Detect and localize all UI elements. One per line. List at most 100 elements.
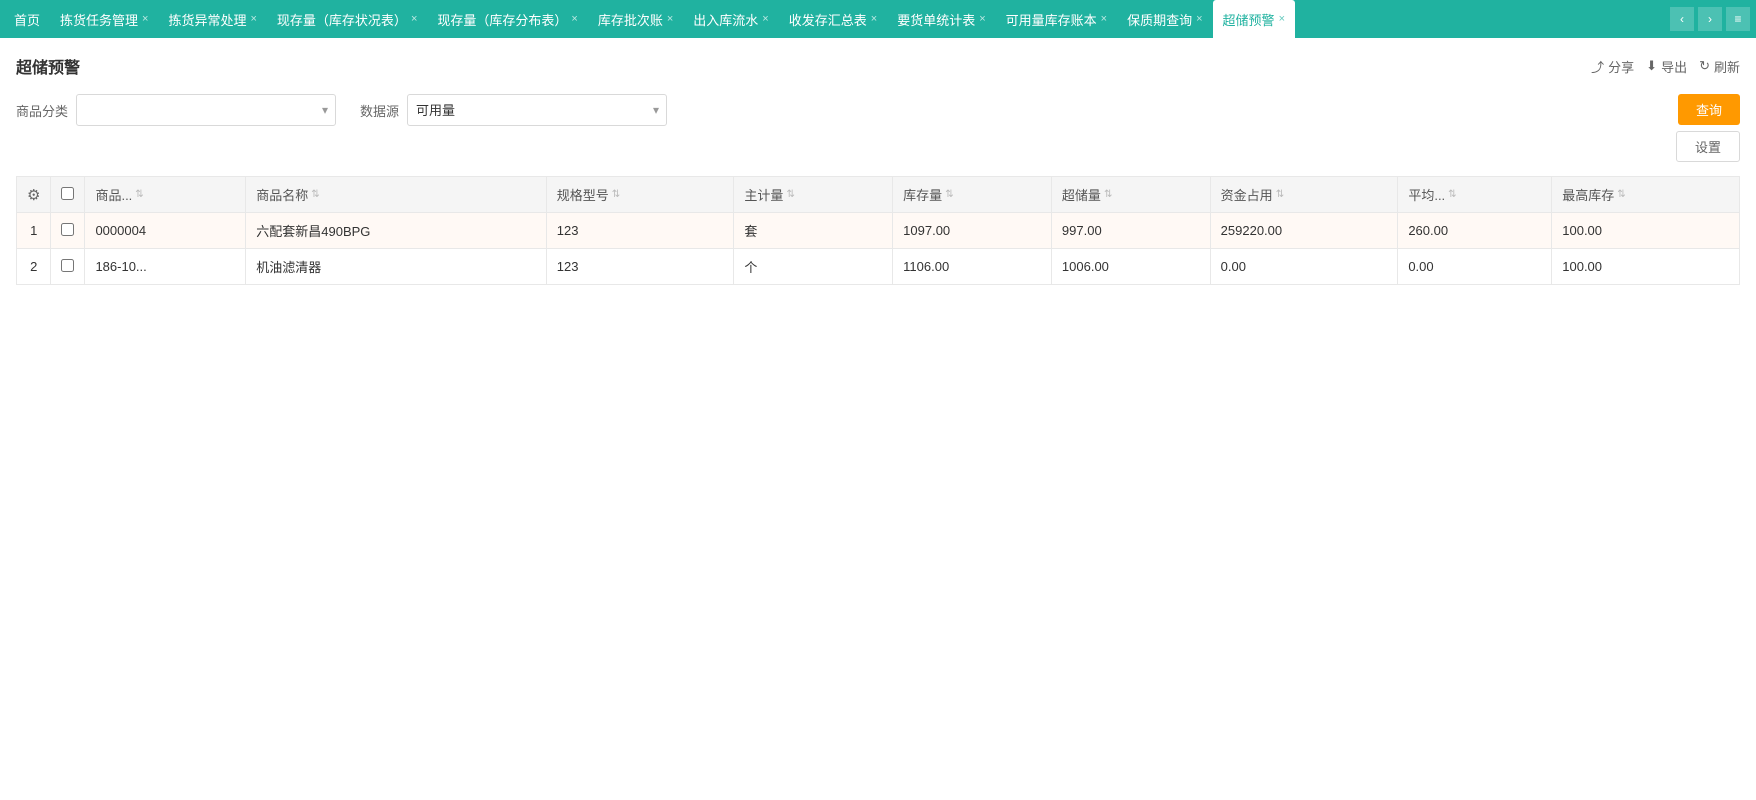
nav-label-11: 超储预警 — [1223, 10, 1275, 29]
cell-max-stock-0: 100.00 — [1552, 213, 1740, 249]
th-avg[interactable]: 平均... ⇅ — [1398, 177, 1552, 213]
close-icon-8[interactable]: × — [979, 13, 985, 25]
nav-home-label: 首页 — [14, 10, 40, 29]
th-spec[interactable]: 规格型号 ⇅ — [546, 177, 734, 213]
close-icon-9[interactable]: × — [1101, 13, 1107, 25]
cell-unit-0: 套 — [734, 213, 893, 249]
category-label: 商品分类 — [16, 101, 68, 120]
th-spec-label: 规格型号 — [557, 185, 609, 204]
sort-icon-product-name: ⇅ — [311, 189, 319, 200]
nav-item-inout[interactable]: 出入库流水 × — [683, 0, 778, 38]
export-btn[interactable]: ⬇ 导出 — [1646, 57, 1687, 76]
page-title: 超储预警 — [16, 54, 80, 78]
nav-item-stock-dist[interactable]: 现存量（库存分布表） × — [427, 0, 587, 38]
nav-item-summary[interactable]: 收发存汇总表 × — [779, 0, 887, 38]
close-icon-10[interactable]: × — [1196, 13, 1202, 25]
cell-overstock-0: 997.00 — [1051, 213, 1210, 249]
cell-spec-1: 123 — [546, 249, 734, 285]
nav-bar: 首页 拣货任务管理 × 拣货异常处理 × 现存量（库存状况表） × 现存量（库存… — [0, 0, 1756, 38]
cell-product-code-0: 0000004 — [85, 213, 246, 249]
sort-icon-avg: ⇅ — [1448, 189, 1456, 200]
nav-label-3: 现存量（库存状况表） — [277, 10, 407, 29]
nav-label-9: 可用量库存账本 — [1006, 10, 1097, 29]
share-label: 分享 — [1608, 57, 1634, 76]
close-icon-1[interactable]: × — [142, 13, 148, 25]
nav-item-order-stat[interactable]: 要货单统计表 × — [887, 0, 995, 38]
refresh-icon: ↻ — [1699, 58, 1710, 74]
sort-icon-stock: ⇅ — [945, 189, 953, 200]
close-icon-11[interactable]: × — [1279, 13, 1285, 25]
nav-more-btn[interactable]: ≡ — [1726, 7, 1750, 31]
query-button[interactable]: 查询 — [1678, 94, 1740, 125]
th-settings: ⚙ — [17, 177, 51, 213]
nav-label-10: 保质期查询 — [1127, 10, 1192, 29]
cell-product-name-1: 机油滤清器 — [246, 249, 547, 285]
category-select[interactable] — [76, 94, 336, 126]
nav-item-task-mgmt[interactable]: 拣货任务管理 × — [50, 0, 158, 38]
category-select-wrapper: ▾ — [76, 94, 336, 126]
nav-item-exception[interactable]: 拣货异常处理 × — [158, 0, 266, 38]
th-stock-label: 库存量 — [903, 185, 942, 204]
nav-arrows: ‹ › ≡ — [1668, 7, 1752, 31]
th-product-code-label: 商品... — [95, 185, 132, 204]
share-btn[interactable]: ⤴ 分享 — [1591, 57, 1634, 76]
datasource-select[interactable]: 可用量 — [407, 94, 667, 126]
th-unit-label: 主计量 — [744, 185, 783, 204]
close-icon-3[interactable]: × — [411, 13, 417, 25]
nav-item-overstock[interactable]: 超储预警 × — [1213, 0, 1295, 38]
table-header-row: ⚙ 商品... ⇅ 商品名称 ⇅ — [17, 177, 1740, 213]
th-overstock-label: 超储量 — [1062, 185, 1101, 204]
cell-overstock-1: 1006.00 — [1051, 249, 1210, 285]
th-product-code[interactable]: 商品... ⇅ — [85, 177, 246, 213]
nav-label-2: 拣货异常处理 — [168, 10, 246, 29]
row-check-1[interactable] — [61, 259, 74, 272]
nav-item-batch[interactable]: 库存批次账 × — [588, 0, 683, 38]
close-icon-2[interactable]: × — [250, 13, 256, 25]
th-product-name-label: 商品名称 — [256, 185, 308, 204]
select-all-checkbox[interactable] — [61, 187, 74, 200]
filter-right: 查询 设置 — [1676, 94, 1740, 162]
th-product-name[interactable]: 商品名称 ⇅ — [246, 177, 547, 213]
row-num-0: 1 — [17, 213, 51, 249]
cell-capital-0: 259220.00 — [1210, 213, 1398, 249]
category-filter-group: 商品分类 ▾ — [16, 94, 336, 126]
nav-prev-btn[interactable]: ‹ — [1670, 7, 1694, 31]
row-num-1: 2 — [17, 249, 51, 285]
cell-avg-0: 260.00 — [1398, 213, 1552, 249]
nav-item-stock-status[interactable]: 现存量（库存状况表） × — [267, 0, 427, 38]
sort-icon-overstock: ⇅ — [1104, 189, 1112, 200]
nav-item-available[interactable]: 可用量库存账本 × — [996, 0, 1117, 38]
settings-button[interactable]: 设置 — [1676, 131, 1740, 162]
cell-capital-1: 0.00 — [1210, 249, 1398, 285]
refresh-btn[interactable]: ↻ 刷新 — [1699, 57, 1740, 76]
th-capital[interactable]: 资金占用 ⇅ — [1210, 177, 1398, 213]
sort-icon-product-code: ⇅ — [135, 189, 143, 200]
cell-product-code-1: 186-10... — [85, 249, 246, 285]
nav-item-home[interactable]: 首页 — [4, 0, 50, 38]
th-stock[interactable]: 库存量 ⇅ — [893, 177, 1052, 213]
header-actions: ⤴ 分享 ⬇ 导出 ↻ 刷新 — [1591, 57, 1740, 76]
nav-label-4: 现存量（库存分布表） — [437, 10, 567, 29]
cell-stock-0: 1097.00 — [893, 213, 1052, 249]
nav-label-6: 出入库流水 — [693, 10, 758, 29]
th-unit[interactable]: 主计量 ⇅ — [734, 177, 893, 213]
table-row: 2 186-10... 机油滤清器 123 个 1106.00 1006.00 … — [17, 249, 1740, 285]
cell-spec-0: 123 — [546, 213, 734, 249]
close-icon-7[interactable]: × — [871, 13, 877, 25]
th-max-stock[interactable]: 最高库存 ⇅ — [1552, 177, 1740, 213]
sort-icon-capital: ⇅ — [1276, 189, 1284, 200]
sort-icon-spec: ⇅ — [612, 189, 620, 200]
close-icon-4[interactable]: × — [571, 13, 577, 25]
nav-label-5: 库存批次账 — [598, 10, 663, 29]
export-icon: ⬇ — [1646, 58, 1657, 74]
nav-label-8: 要货单统计表 — [897, 10, 975, 29]
nav-next-btn[interactable]: › — [1698, 7, 1722, 31]
row-check-0[interactable] — [61, 223, 74, 236]
th-max-stock-label: 最高库存 — [1562, 185, 1614, 204]
th-overstock[interactable]: 超储量 ⇅ — [1051, 177, 1210, 213]
gear-icon[interactable]: ⚙ — [27, 187, 40, 204]
share-icon: ⤴ — [1591, 57, 1604, 76]
close-icon-6[interactable]: × — [762, 13, 768, 25]
close-icon-5[interactable]: × — [667, 13, 673, 25]
nav-item-expiry[interactable]: 保质期查询 × — [1117, 0, 1212, 38]
